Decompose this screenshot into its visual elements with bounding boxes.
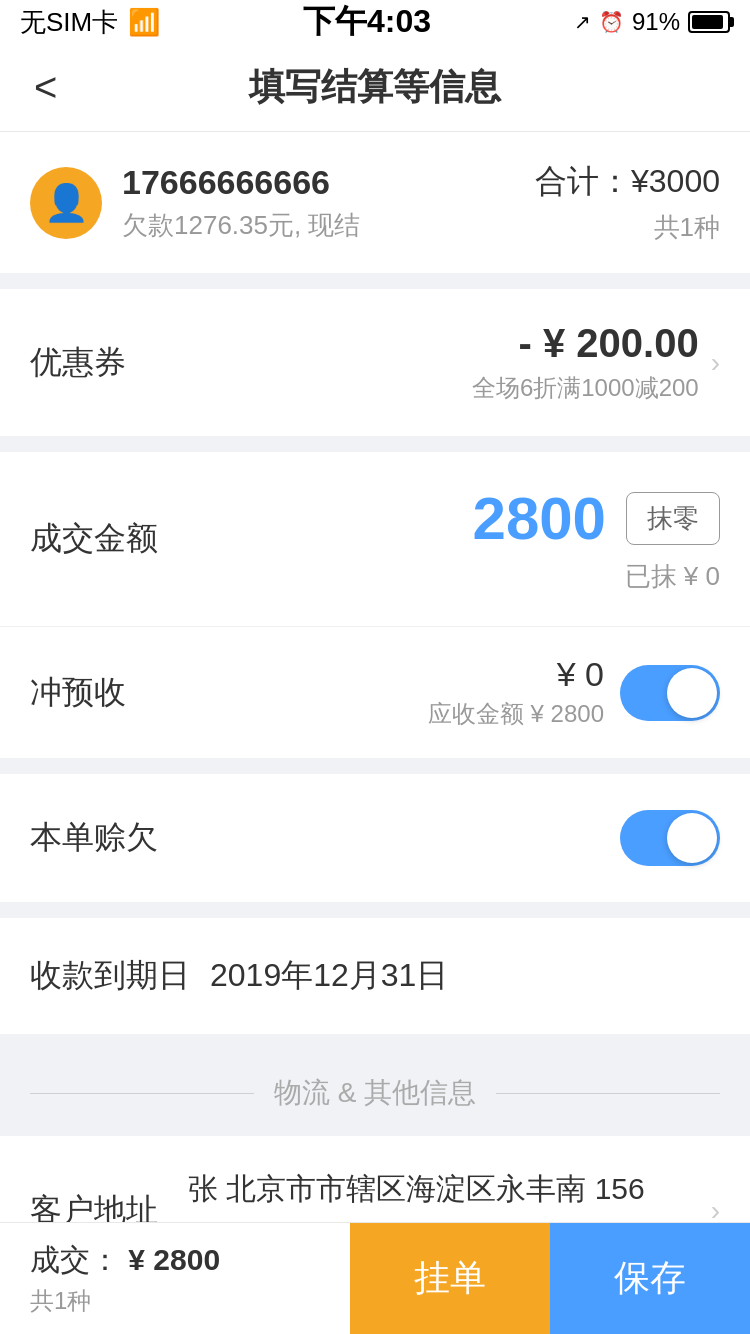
discount-right: - ¥ 200.00 全场6折满1000减200 <box>472 321 699 404</box>
status-bar: 无SIM卡 📶 下午4:03 ↗ ⏰ 91% <box>0 0 750 44</box>
duedate-value: 2019年12月31日 <box>210 954 448 998</box>
customer-debt: 欠款1276.35元, 现结 <box>122 208 360 243</box>
debt-toggle-knob <box>667 813 717 863</box>
bottom-info: 成交： ¥ 2800 共1种 <box>0 1240 350 1317</box>
bottom-bar: 成交： ¥ 2800 共1种 挂单 保存 <box>0 1222 750 1334</box>
divider-line-left <box>30 1093 254 1094</box>
total-count: 共1种 <box>535 210 720 245</box>
divider-line-right <box>496 1093 720 1094</box>
alarm-icon: ⏰ <box>599 10 624 34</box>
battery-percent: 91% <box>632 8 680 36</box>
duedate-label: 收款到期日 <box>30 954 190 998</box>
debt-row: 本单赊欠 <box>0 774 750 902</box>
prepay-amount: ¥ 0 <box>428 655 604 694</box>
save-button[interactable]: 保存 <box>550 1223 750 1334</box>
transaction-amount: 2800 <box>473 484 606 553</box>
prepay-toggle[interactable] <box>620 665 720 721</box>
customer-phone: 17666666666 <box>122 163 360 202</box>
carrier-text: 无SIM卡 <box>20 5 118 40</box>
discount-desc: 全场6折满1000减200 <box>472 372 699 404</box>
prepay-sub: 应收金额 ¥ 2800 <box>428 698 604 730</box>
customer-info: 17666666666 欠款1276.35元, 现结 <box>122 163 360 243</box>
discount-amount: - ¥ 200.00 <box>519 321 699 366</box>
transaction-value-area: 2800 抹零 <box>473 484 720 553</box>
customer-right: 合计：¥3000 共1种 <box>535 160 720 245</box>
toggle-knob <box>667 668 717 718</box>
bottom-count: 共1种 <box>30 1285 320 1317</box>
status-right: ↗ ⏰ 91% <box>574 8 730 36</box>
bottom-actions: 挂单 保存 <box>350 1223 750 1334</box>
nav-bar: < 填写结算等信息 <box>0 44 750 132</box>
page-title: 填写结算等信息 <box>249 63 501 112</box>
transaction-label: 成交金额 <box>30 517 158 561</box>
bottom-transaction: 成交： ¥ 2800 <box>30 1240 320 1281</box>
avatar: 👤 <box>30 167 102 239</box>
hold-button[interactable]: 挂单 <box>350 1223 550 1334</box>
total-amount: 合计：¥3000 <box>535 160 720 204</box>
status-carrier: 无SIM卡 📶 <box>20 5 160 40</box>
main-content: 👤 17666666666 欠款1276.35元, 现结 合计：¥3000 共1… <box>0 132 750 1334</box>
amount-section: 成交金额 2800 抹零 已抹 ¥ 0 冲预收 ¥ 0 应收金额 ¥ 2800 <box>0 452 750 758</box>
prepay-values: ¥ 0 应收金额 ¥ 2800 <box>428 655 604 730</box>
wifi-icon: 📶 <box>128 7 160 38</box>
round-button[interactable]: 抹零 <box>626 492 720 545</box>
duedate-row: 收款到期日 2019年12月31日 <box>0 918 750 1034</box>
discount-row[interactable]: 优惠券 - ¥ 200.00 全场6折满1000减200 › <box>0 289 750 436</box>
transaction-row: 成交金额 2800 抹零 已抹 ¥ 0 <box>0 452 750 627</box>
debt-toggle[interactable] <box>620 810 720 866</box>
chevron-right-icon: › <box>711 347 720 379</box>
duedate-section: 收款到期日 2019年12月31日 <box>0 918 750 1034</box>
prepay-row: 冲预收 ¥ 0 应收金额 ¥ 2800 <box>0 627 750 758</box>
discount-section: 优惠券 - ¥ 200.00 全场6折满1000减200 › <box>0 289 750 436</box>
logistics-divider: 物流 & 其他信息 <box>0 1050 750 1136</box>
location-icon: ↗ <box>574 10 591 34</box>
logistics-label: 物流 & 其他信息 <box>274 1074 476 1112</box>
bottom-transaction-label: 成交： <box>30 1243 120 1276</box>
customer-card: 👤 17666666666 欠款1276.35元, 现结 合计：¥3000 共1… <box>0 132 750 273</box>
customer-left: 👤 17666666666 欠款1276.35元, 现结 <box>30 163 360 243</box>
prepay-label: 冲预收 <box>30 671 126 715</box>
status-time: 下午4:03 <box>303 0 431 44</box>
battery-icon <box>688 11 730 33</box>
debt-label: 本单赊欠 <box>30 816 158 860</box>
prepay-right: ¥ 0 应收金额 ¥ 2800 <box>428 655 720 730</box>
transaction-sub: 已抹 ¥ 0 <box>625 559 720 594</box>
avatar-icon: 👤 <box>44 182 89 224</box>
discount-label: 优惠券 <box>30 341 126 385</box>
back-button[interactable]: < <box>24 55 67 120</box>
debt-section: 本单赊欠 <box>0 774 750 902</box>
bottom-transaction-amount: ¥ 2800 <box>128 1243 220 1276</box>
